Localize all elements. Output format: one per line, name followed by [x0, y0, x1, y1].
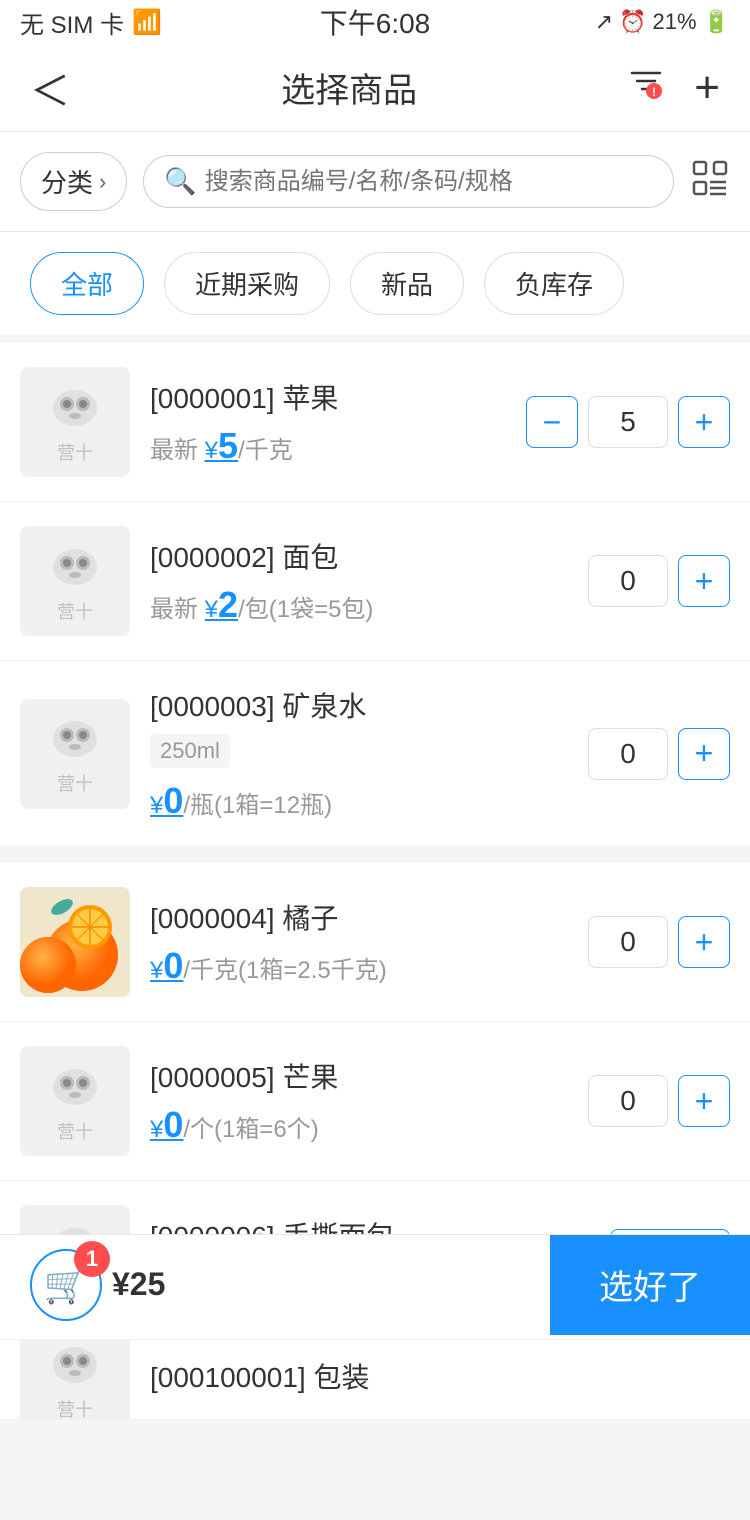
add-icon[interactable]: +	[694, 63, 720, 113]
plus-button[interactable]: +	[678, 916, 730, 968]
category-chevron-icon: ›	[99, 169, 106, 195]
product-name: [000100001] 包装	[150, 1356, 730, 1396]
bottom-bar: 🛒 1 ¥25 选好了	[0, 1234, 750, 1334]
product-thumbnail	[20, 887, 130, 997]
scan-icon[interactable]	[690, 158, 730, 206]
nav-bar: ＜ 选择商品 ! +	[0, 44, 750, 132]
battery-icon: 🔋	[703, 9, 730, 35]
product-info: [0000002] 面包 最新 ¥2/包(1袋=5包)	[150, 536, 568, 626]
product-thumbnail: 营十	[20, 1340, 130, 1420]
product-name: [0000004] 橘子	[150, 897, 568, 937]
product-quantity-control: +	[588, 728, 730, 780]
quantity-input[interactable]	[588, 916, 668, 968]
product-thumbnail: 营十	[20, 526, 130, 636]
wifi-icon: 📶	[132, 8, 162, 37]
page-title: 选择商品	[281, 63, 417, 112]
product-quantity-control: − +	[526, 396, 730, 448]
status-right: ↗ ⏰ 21% 🔋	[595, 9, 730, 35]
filter-icon[interactable]: !	[628, 65, 664, 110]
product-price: ¥0/千克(1箱=2.5千克)	[150, 945, 568, 987]
section-divider	[0, 847, 750, 863]
carrier-text: 无 SIM 卡	[20, 5, 124, 40]
search-input-wrap[interactable]: 🔍	[143, 155, 674, 208]
tab-negative-stock[interactable]: 负库存	[484, 252, 624, 315]
quantity-input[interactable]	[588, 728, 668, 780]
quantity-input[interactable]	[588, 396, 668, 448]
nav-right-actions: ! +	[628, 63, 720, 113]
status-left: 无 SIM 卡 📶	[20, 5, 162, 40]
list-item: 营十 [000100001] 包装	[0, 1340, 750, 1420]
list-item: 营十 [0000003] 矿泉水 250ml ¥0/瓶(1箱=12瓶) +	[0, 661, 750, 847]
minus-button[interactable]: −	[526, 396, 578, 448]
search-input[interactable]	[205, 168, 653, 196]
list-item: 营十 [0000002] 面包 最新 ¥2/包(1袋=5包) +	[0, 502, 750, 661]
cart-section: 🛒 1 ¥25	[0, 1249, 550, 1321]
status-time: 下午6:08	[320, 8, 431, 39]
plus-button[interactable]: +	[678, 555, 730, 607]
product-name: [0000002] 面包	[150, 536, 568, 576]
product-quantity-control: +	[588, 555, 730, 607]
product-info: [0000004] 橘子 ¥0/千克(1箱=2.5千克)	[150, 897, 568, 987]
list-item: 营十 [0000005] 芒果 ¥0/个(1箱=6个) +	[0, 1022, 750, 1181]
plus-button[interactable]: +	[678, 396, 730, 448]
product-info: [0000003] 矿泉水 250ml ¥0/瓶(1箱=12瓶)	[150, 685, 568, 822]
category-button[interactable]: 分类 ›	[20, 152, 127, 211]
product-price: ¥0/瓶(1箱=12瓶)	[150, 780, 568, 822]
search-bar: 分类 › 🔍	[0, 132, 750, 232]
category-label: 分类	[41, 163, 93, 200]
battery-text: 21%	[653, 9, 697, 35]
tab-recent[interactable]: 近期采购	[164, 252, 330, 315]
product-name: [0000005] 芒果	[150, 1056, 568, 1096]
tab-new[interactable]: 新品	[350, 252, 464, 315]
product-info: [0000005] 芒果 ¥0/个(1箱=6个)	[150, 1056, 568, 1146]
product-quantity-control: +	[588, 916, 730, 968]
cart-total: ¥25	[112, 1266, 165, 1303]
product-info: [000100001] 包装	[150, 1356, 730, 1404]
product-thumbnail: 营十	[20, 1046, 130, 1156]
product-spec: 250ml	[150, 734, 230, 768]
svg-text:!: !	[652, 85, 656, 99]
list-item: 营十 [0000001] 苹果 最新 ¥5/千克 − +	[0, 343, 750, 502]
quantity-input[interactable]	[588, 1075, 668, 1127]
confirm-label: 选好了	[599, 1260, 701, 1309]
quantity-input[interactable]	[588, 555, 668, 607]
product-thumbnail: 营十	[20, 367, 130, 477]
product-price: ¥0/个(1箱=6个)	[150, 1104, 568, 1146]
product-name: [0000001] 苹果	[150, 377, 506, 417]
filter-tabs: 全部 近期采购 新品 负库存	[0, 232, 750, 343]
location-icon: ↗	[595, 9, 613, 35]
product-thumbnail: 营十	[20, 699, 130, 809]
list-item: [0000004] 橘子 ¥0/千克(1箱=2.5千克) +	[0, 863, 750, 1022]
plus-button[interactable]: +	[678, 1075, 730, 1127]
status-bar: 无 SIM 卡 📶 下午6:08 ↗ ⏰ 21% 🔋	[0, 0, 750, 44]
confirm-button[interactable]: 选好了	[550, 1235, 750, 1335]
product-info: [0000001] 苹果 最新 ¥5/千克	[150, 377, 506, 467]
product-price: 最新 ¥2/包(1袋=5包)	[150, 584, 568, 626]
alarm-icon: ⏰	[619, 9, 646, 35]
cart-icon-button[interactable]: 🛒 1	[30, 1249, 102, 1321]
product-name: [0000003] 矿泉水	[150, 685, 568, 725]
search-magnifier-icon: 🔍	[164, 166, 196, 197]
cart-badge: 1	[74, 1241, 110, 1277]
back-button[interactable]: ＜	[30, 59, 70, 117]
plus-button[interactable]: +	[678, 728, 730, 780]
tab-all[interactable]: 全部	[30, 252, 144, 315]
product-price: 最新 ¥5/千克	[150, 425, 506, 467]
product-quantity-control: +	[588, 1075, 730, 1127]
